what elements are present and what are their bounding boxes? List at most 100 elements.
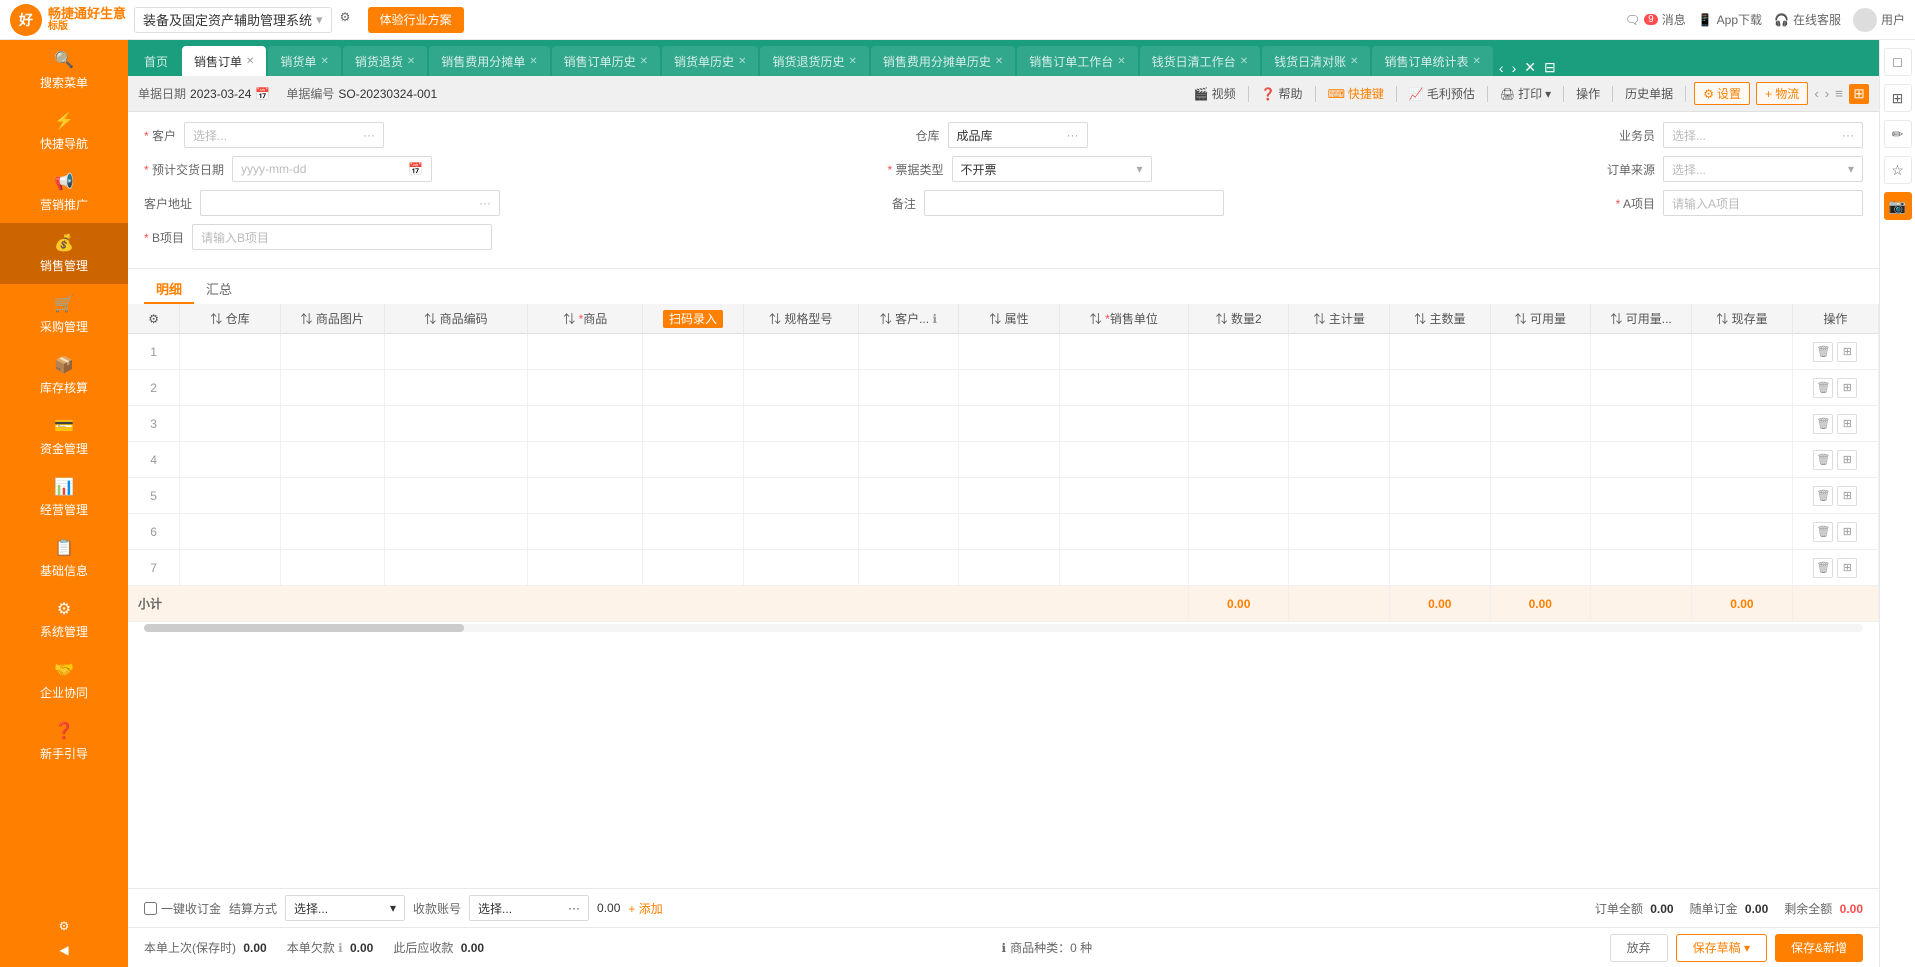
row-main-unit[interactable] — [1289, 478, 1390, 514]
sidebar-item-nav[interactable]: ⚡ 快捷导航 — [0, 101, 128, 162]
delivery-date-input[interactable]: yyyy-mm-dd 📅 — [232, 156, 432, 182]
row-customer-code[interactable] — [858, 478, 959, 514]
row-main-qty[interactable] — [1390, 406, 1491, 442]
sidebar-item-sales[interactable]: 💰 销售管理 — [0, 223, 128, 284]
tab-expense-history[interactable]: 销售费用分摊单历史 ✕ — [871, 46, 1015, 76]
tab-sales-return[interactable]: 销货退货 ✕ — [343, 46, 427, 76]
account-select[interactable]: 选择... ··· — [469, 895, 589, 921]
row-customer-code[interactable] — [858, 370, 959, 406]
row-warehouse[interactable] — [180, 514, 281, 550]
row-product[interactable] — [528, 406, 643, 442]
row-available2[interactable] — [1591, 514, 1692, 550]
sidebar-collapse-btn[interactable]: ◀ — [59, 943, 68, 957]
row-customer-code[interactable] — [858, 550, 959, 586]
invoice-select[interactable]: 不开票 ▾ — [952, 156, 1152, 182]
tab-sales-expense[interactable]: 销售费用分摊单 ✕ — [429, 46, 549, 76]
help-btn[interactable]: ❓ 帮助 — [1257, 83, 1307, 104]
row-main-qty[interactable] — [1390, 442, 1491, 478]
message-area[interactable]: 🗨 9 消息 — [1625, 11, 1686, 28]
tab-order-workbench[interactable]: 销售订单工作台 ✕ — [1017, 46, 1137, 76]
row-qty2[interactable] — [1188, 442, 1289, 478]
row-product[interactable] — [528, 370, 643, 406]
row-available2[interactable] — [1591, 550, 1692, 586]
row-attribute[interactable] — [959, 334, 1060, 370]
tab-next-btn[interactable]: › — [1508, 60, 1521, 76]
settlement-select[interactable]: 选择... ▾ — [285, 895, 405, 921]
row-unit[interactable] — [1059, 406, 1188, 442]
tab-close-icon[interactable]: ✕ — [848, 56, 856, 67]
warehouse-input[interactable]: 成品库 ··· — [948, 122, 1088, 148]
row-available2[interactable] — [1591, 334, 1692, 370]
one-click-checkbox[interactable]: 一键收订金 — [144, 900, 221, 917]
row-image[interactable] — [280, 550, 384, 586]
row-attribute[interactable] — [959, 406, 1060, 442]
sidebar-item-system[interactable]: ⚙ 系统管理 — [0, 589, 128, 650]
delete-icon[interactable]: 🗑 — [1813, 558, 1833, 578]
row-product[interactable] — [528, 550, 643, 586]
row-product[interactable] — [528, 514, 643, 550]
tab-close-icon[interactable]: ✕ — [1240, 56, 1248, 67]
row-customer-code[interactable] — [858, 406, 959, 442]
copy-icon[interactable]: ⊞ — [1837, 378, 1857, 398]
tab-goods-history[interactable]: 销货单历史 ✕ — [662, 46, 758, 76]
row-stock[interactable] — [1692, 334, 1793, 370]
row-main-unit[interactable] — [1289, 550, 1390, 586]
tab-close-icon[interactable]: ✕ — [738, 56, 746, 67]
row-unit[interactable] — [1059, 550, 1188, 586]
history-btn[interactable]: 历史单据 — [1621, 83, 1677, 104]
row-available[interactable] — [1490, 370, 1591, 406]
row-qty2[interactable] — [1188, 370, 1289, 406]
sidebar-settings-btn[interactable]: ⚙ — [59, 919, 70, 933]
row-main-qty[interactable] — [1390, 334, 1491, 370]
th-settings[interactable]: ⚙ — [128, 304, 180, 334]
row-image[interactable] — [280, 334, 384, 370]
sidebar-item-search[interactable]: 🔍 搜索菜单 — [0, 40, 128, 101]
row-spec[interactable] — [743, 370, 858, 406]
right-camera-btn[interactable]: 📷 — [1884, 192, 1912, 220]
row-product[interactable] — [528, 442, 643, 478]
row-qty2[interactable] — [1188, 550, 1289, 586]
sidebar-item-operations[interactable]: 📊 经营管理 — [0, 467, 128, 528]
row-spec[interactable] — [743, 478, 858, 514]
row-available[interactable] — [1490, 550, 1591, 586]
copy-icon[interactable]: ⊞ — [1837, 486, 1857, 506]
notes-input[interactable] — [924, 190, 1224, 216]
row-spec[interactable] — [743, 514, 858, 550]
tab-detail[interactable]: 明细 — [144, 275, 194, 304]
row-available2[interactable] — [1591, 478, 1692, 514]
copy-icon[interactable]: ⊞ — [1837, 450, 1857, 470]
row-code[interactable] — [384, 442, 528, 478]
tab-prev-btn[interactable]: ‹ — [1495, 60, 1508, 76]
row-code[interactable] — [384, 514, 528, 550]
delete-icon[interactable]: 🗑 — [1813, 450, 1833, 470]
app-download-area[interactable]: 📱 App下载 — [1698, 11, 1762, 28]
sidebar-item-inventory[interactable]: 📦 库存核算 — [0, 345, 128, 406]
settings-icon[interactable]: ⚙ — [340, 10, 360, 30]
row-main-qty[interactable] — [1390, 550, 1491, 586]
row-warehouse[interactable] — [180, 550, 281, 586]
operation-btn[interactable]: 操作 — [1572, 83, 1604, 104]
delete-icon[interactable]: 🗑 — [1813, 522, 1833, 542]
row-warehouse[interactable] — [180, 406, 281, 442]
row-code[interactable] — [384, 334, 528, 370]
right-star-btn[interactable]: ☆ — [1884, 156, 1912, 184]
row-main-unit[interactable] — [1289, 370, 1390, 406]
row-unit[interactable] — [1059, 370, 1188, 406]
discard-btn[interactable]: 放弃 — [1610, 934, 1668, 962]
salesperson-input[interactable]: 选择... ··· — [1663, 122, 1863, 148]
right-edit-btn[interactable]: ✏ — [1884, 120, 1912, 148]
row-scan[interactable] — [643, 442, 744, 478]
row-attribute[interactable] — [959, 550, 1060, 586]
table-settings-icon[interactable]: ⚙ — [148, 312, 159, 326]
row-scan[interactable] — [643, 478, 744, 514]
row-unit[interactable] — [1059, 514, 1188, 550]
row-main-unit[interactable] — [1289, 334, 1390, 370]
delete-icon[interactable]: 🗑 — [1813, 486, 1833, 506]
tab-menu-btn[interactable]: ⊟ — [1540, 59, 1560, 76]
grid-view-btn[interactable]: ⊞ — [1849, 84, 1869, 104]
delete-icon[interactable]: 🗑 — [1813, 414, 1833, 434]
save-new-btn[interactable]: 保存&新增 — [1775, 934, 1863, 962]
row-main-qty[interactable] — [1390, 514, 1491, 550]
row-spec[interactable] — [743, 550, 858, 586]
row-image[interactable] — [280, 514, 384, 550]
